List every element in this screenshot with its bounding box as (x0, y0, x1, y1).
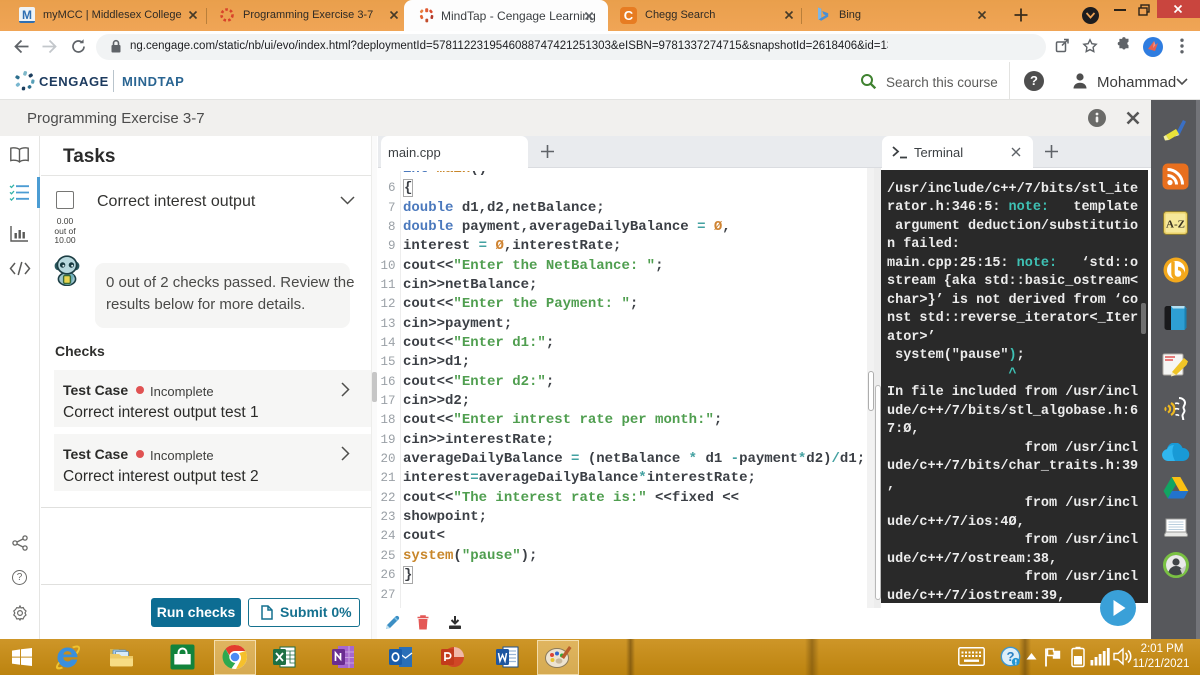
svg-text:A-Z: A-Z (1166, 219, 1185, 231)
